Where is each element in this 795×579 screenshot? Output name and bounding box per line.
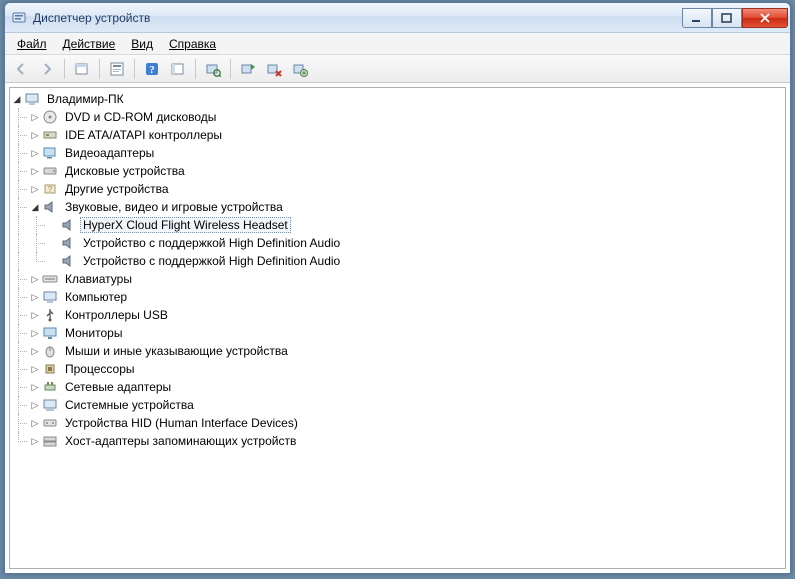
selected-device-label: HyperX Cloud Flight Wireless Headset: [80, 217, 291, 233]
collapse-arrow-icon[interactable]: ▷: [28, 396, 42, 414]
toolbar-separator: [230, 59, 231, 79]
speaker-icon: [42, 199, 58, 215]
mouse-icon: [42, 343, 58, 359]
help-button[interactable]: ?: [140, 57, 164, 81]
menubar: Файл Действие Вид Справка: [5, 33, 790, 55]
close-button[interactable]: [742, 8, 788, 28]
toolbar-separator: [99, 59, 100, 79]
display-adapter-icon: [42, 145, 58, 161]
minimize-button[interactable]: [682, 8, 712, 28]
tree-node-cpu[interactable]: ▷ Процессоры: [10, 360, 785, 378]
titlebar[interactable]: Диспетчер устройств: [5, 3, 790, 33]
tree-node-dvd[interactable]: ▷ DVD и CD-ROM дисководы: [10, 108, 785, 126]
collapse-arrow-icon[interactable]: ▷: [28, 180, 42, 198]
cpu-icon: [42, 361, 58, 377]
menu-help[interactable]: Справка: [161, 33, 224, 54]
menu-view[interactable]: Вид: [123, 33, 161, 54]
tree-node-host[interactable]: ▷ Хост-адаптеры запоминающих устройств: [10, 432, 785, 450]
tree-node-disk[interactable]: ▷ Дисковые устройства: [10, 162, 785, 180]
usb-icon: [42, 307, 58, 323]
forward-button[interactable]: [35, 57, 59, 81]
tree-node-computer[interactable]: ▷ Компьютер: [10, 288, 785, 306]
tree-node-ide[interactable]: ▷ IDE ATA/ATAPI контроллеры: [10, 126, 785, 144]
hid-icon: [42, 415, 58, 431]
tree-node-hid[interactable]: ▷ Устройства HID (Human Interface Device…: [10, 414, 785, 432]
network-icon: [42, 379, 58, 395]
toolbar: ?: [5, 55, 790, 83]
window-buttons: [682, 8, 788, 28]
tree-node-mice[interactable]: ▷ Мыши и иные указывающие устройства: [10, 342, 785, 360]
toolbar-separator: [195, 59, 196, 79]
collapse-arrow-icon[interactable]: ▷: [28, 360, 42, 378]
collapse-arrow-icon[interactable]: ▷: [28, 270, 42, 288]
computer-icon: [42, 289, 58, 305]
tree-node-monitors[interactable]: ▷ Мониторы: [10, 324, 785, 342]
app-icon: [11, 10, 27, 26]
collapse-arrow-icon[interactable]: ▷: [28, 108, 42, 126]
update-driver-button[interactable]: [236, 57, 260, 81]
scan-hardware-button[interactable]: [201, 57, 225, 81]
tree-node-system[interactable]: ▷ Системные устройства: [10, 396, 785, 414]
collapse-arrow-icon[interactable]: ▷: [28, 342, 42, 360]
tree-node-other[interactable]: ▷ ? Другие устройства: [10, 180, 785, 198]
collapse-arrow-icon[interactable]: ▷: [28, 126, 42, 144]
tree-leaf-hyperx[interactable]: HyperX Cloud Flight Wireless Headset: [10, 216, 785, 234]
disc-icon: [42, 109, 58, 125]
menu-file[interactable]: Файл: [9, 33, 55, 54]
collapse-arrow-icon[interactable]: ▷: [28, 414, 42, 432]
tree-node-net[interactable]: ▷ Сетевые адаптеры: [10, 378, 785, 396]
back-button[interactable]: [9, 57, 33, 81]
collapse-arrow-icon[interactable]: ▷: [28, 162, 42, 180]
toggle-console-button[interactable]: [166, 57, 190, 81]
speaker-icon: [60, 253, 76, 269]
system-device-icon: [42, 397, 58, 413]
tree-root[interactable]: ◢ Владимир-ПК: [10, 90, 785, 108]
collapse-arrow-icon[interactable]: ▷: [28, 378, 42, 396]
add-legacy-button[interactable]: [288, 57, 312, 81]
monitor-icon: [42, 325, 58, 341]
keyboard-icon: [42, 271, 58, 287]
tree-leaf-hda2[interactable]: Устройство с поддержкой High Definition …: [10, 252, 785, 270]
controller-icon: [42, 127, 58, 143]
speaker-icon: [60, 217, 76, 233]
unknown-device-icon: ?: [42, 181, 58, 197]
collapse-arrow-icon[interactable]: ▷: [28, 288, 42, 306]
menu-action[interactable]: Действие: [55, 33, 124, 54]
toolbar-separator: [134, 59, 135, 79]
uninstall-button[interactable]: [262, 57, 286, 81]
toolbar-separator: [64, 59, 65, 79]
tree-leaf-hda1[interactable]: Устройство с поддержкой High Definition …: [10, 234, 785, 252]
storage-host-icon: [42, 433, 58, 449]
collapse-arrow-icon[interactable]: ▷: [28, 432, 42, 450]
disk-drive-icon: [42, 163, 58, 179]
tree-root-label: Владимир-ПК: [44, 91, 127, 107]
window-title: Диспетчер устройств: [33, 11, 682, 25]
device-manager-window: Диспетчер устройств Файл Действие Вид Сп…: [4, 2, 791, 574]
collapse-arrow-icon[interactable]: ▷: [28, 324, 42, 342]
svg-text:?: ?: [149, 64, 155, 76]
collapse-arrow-icon[interactable]: ▷: [28, 144, 42, 162]
tree-node-usb[interactable]: ▷ Контроллеры USB: [10, 306, 785, 324]
expand-arrow-icon[interactable]: ◢: [10, 90, 24, 108]
maximize-button[interactable]: [712, 8, 742, 28]
show-hidden-button[interactable]: [70, 57, 94, 81]
collapse-arrow-icon[interactable]: ▷: [28, 306, 42, 324]
tree-node-sound[interactable]: ◢ Звуковые, видео и игровые устройства: [10, 198, 785, 216]
tree-node-keyboards[interactable]: ▷ Клавиатуры: [10, 270, 785, 288]
tree-node-video[interactable]: ▷ Видеоадаптеры: [10, 144, 785, 162]
properties-button[interactable]: [105, 57, 129, 81]
computer-icon: [24, 91, 40, 107]
device-tree[interactable]: ◢ Владимир-ПК ▷ DVD и CD-ROM дисководы ▷: [9, 87, 786, 569]
svg-text:?: ?: [48, 185, 53, 194]
expand-arrow-icon[interactable]: ◢: [28, 198, 42, 216]
speaker-icon: [60, 235, 76, 251]
